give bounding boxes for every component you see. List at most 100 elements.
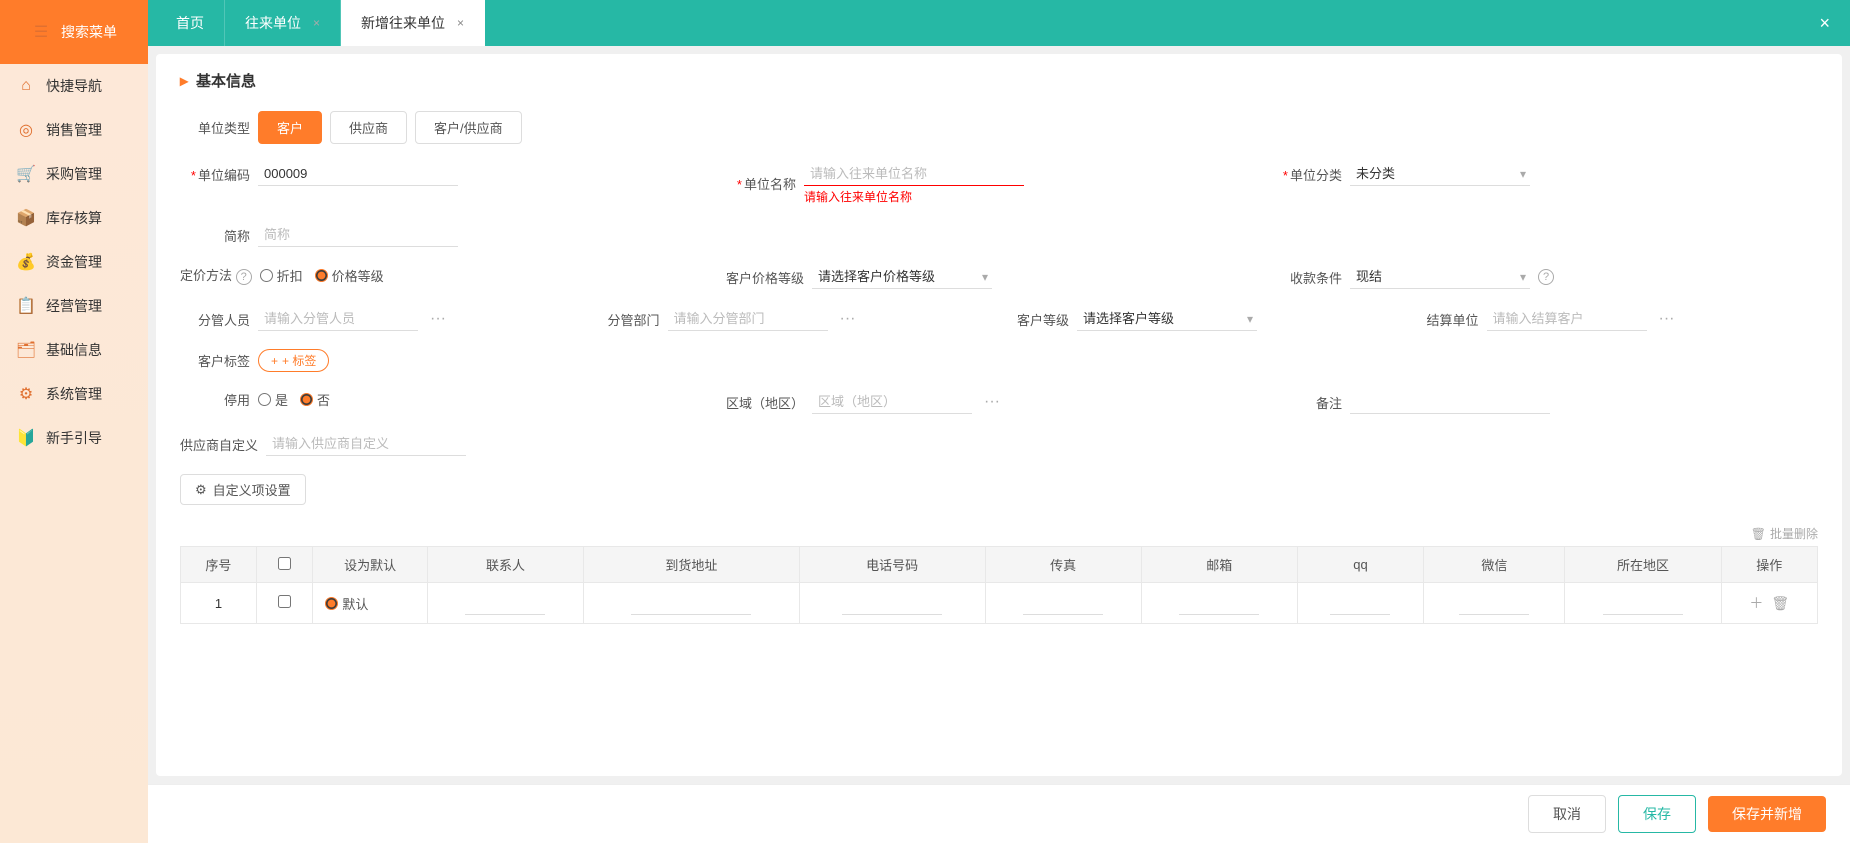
sidebar-item-label: 快捷导航 [46, 76, 102, 96]
tab-new-partner-close[interactable]: × [457, 16, 464, 30]
type-btn-supplier[interactable]: 供应商 [330, 111, 407, 144]
contact-input[interactable] [465, 591, 545, 615]
sidebar-item-system[interactable]: ⚙ 系统管理 [0, 372, 148, 416]
add-tag-button[interactable]: + + 标签 [258, 349, 329, 372]
tab-close-all[interactable]: × [1807, 13, 1842, 34]
operations-icon: 📋 [16, 296, 36, 316]
search-icon: ☰ [31, 22, 51, 42]
save-new-button[interactable]: 保存并新增 [1708, 796, 1826, 832]
batch-delete-label: 批量删除 [1770, 525, 1818, 542]
note-group: 备注 [1272, 390, 1818, 414]
sidebar-item-label: 基础信息 [46, 340, 102, 360]
cancel-button[interactable]: 取消 [1528, 795, 1606, 833]
sidebar-item-finance[interactable]: 💰 资金管理 [0, 240, 148, 284]
disabled-yes[interactable]: 是 [258, 390, 288, 409]
disabled-yes-radio[interactable] [258, 393, 271, 406]
sidebar-item-purchase[interactable]: 🛒 采购管理 [0, 152, 148, 196]
email-input[interactable] [1179, 591, 1259, 615]
disabled-no-radio[interactable] [300, 393, 313, 406]
row-default-radio-label[interactable]: 默认 [325, 594, 415, 613]
tab-partners[interactable]: 往来单位 × [225, 0, 341, 46]
pricing-radio-group: 折扣 价格等级 [260, 266, 384, 285]
region-input[interactable] [812, 390, 972, 414]
basic-icon: 🗂 [16, 340, 36, 360]
location-input[interactable] [1603, 591, 1683, 615]
delete-row-btn[interactable]: 🗑 [1771, 595, 1789, 612]
customer-level-select[interactable]: 请选择客户等级 [1077, 307, 1257, 331]
batch-delete-bar[interactable]: 🗑 批量删除 [180, 525, 1818, 542]
pricing-level[interactable]: 价格等级 [315, 266, 384, 285]
disabled-no[interactable]: 否 [300, 390, 330, 409]
sidebar-search[interactable]: ☰ 搜索菜单 [0, 10, 148, 54]
save-button[interactable]: 保存 [1618, 795, 1696, 833]
sidebar-item-inventory[interactable]: 📦 库存核算 [0, 196, 148, 240]
disabled-group: 停用 是 否 [180, 390, 726, 409]
row-checkbox[interactable] [278, 595, 291, 608]
address-input[interactable] [631, 591, 751, 615]
supplier-custom-input[interactable] [266, 432, 466, 456]
abbr-group: 简称 [180, 223, 1818, 247]
pricing-discount[interactable]: 折扣 [260, 266, 303, 285]
pricing-level-radio[interactable] [315, 269, 328, 282]
pricing-label: 定价方法 ? [180, 265, 252, 285]
row-address [584, 583, 800, 624]
abbr-input[interactable] [258, 223, 458, 247]
sidebar-item-label: 经营管理 [46, 296, 102, 316]
row-default-radio[interactable] [325, 597, 338, 610]
section-title: ▸ 基本信息 [180, 70, 1818, 91]
fax-input[interactable] [1023, 591, 1103, 615]
tab-home[interactable]: 首页 [156, 0, 225, 46]
settlement-more-btn[interactable]: ··· [1655, 310, 1679, 328]
note-input[interactable] [1350, 390, 1550, 414]
qq-input[interactable] [1330, 591, 1390, 615]
manager-row: 分管人员 ··· 分管部门 ··· 客户等级 请选择客户等级 结算单位 [180, 307, 1818, 331]
select-all-checkbox[interactable] [278, 557, 291, 570]
manager-more-btn[interactable]: ··· [426, 310, 450, 328]
row-location [1565, 583, 1721, 624]
payment-terms-select[interactable]: 现结 [1350, 265, 1530, 289]
disabled-radio-group: 是 否 [258, 390, 330, 409]
custom-settings-row: ⚙ 自定义项设置 [180, 474, 1818, 517]
unit-name-input[interactable] [804, 162, 1024, 186]
unit-name-error: 请输入往来单位名称 [804, 188, 1024, 205]
gear-icon: ⚙ [195, 482, 207, 498]
unit-code-input[interactable] [258, 162, 458, 186]
department-input[interactable] [668, 307, 828, 331]
sidebar-item-label: 采购管理 [46, 164, 102, 184]
unit-type-label: 单位类型 [180, 118, 250, 137]
department-more-btn[interactable]: ··· [836, 310, 860, 328]
phone-input[interactable] [842, 591, 942, 615]
department-label: 分管部门 [590, 310, 660, 329]
unit-name-group: *单位名称 请输入往来单位名称 [726, 162, 1272, 205]
customer-price-level-select[interactable]: 请选择客户价格等级 [812, 265, 992, 289]
row-email [1141, 583, 1297, 624]
tag-btn-label: + 标签 [282, 352, 316, 369]
add-row-btn[interactable]: ＋ [1749, 593, 1763, 613]
sidebar-item-newbie[interactable]: 🔰 新手引导 [0, 416, 148, 460]
sidebar-item-label: 库存核算 [46, 208, 102, 228]
unit-category-label: *单位分类 [1272, 165, 1342, 184]
tab-partners-close[interactable]: × [313, 16, 320, 30]
settlement-input[interactable] [1487, 307, 1647, 331]
custom-settings-button[interactable]: ⚙ 自定义项设置 [180, 474, 306, 505]
sidebar-item-quick-nav[interactable]: ⌂ 快捷导航 [0, 64, 148, 108]
sidebar-item-basic[interactable]: 🗂 基础信息 [0, 328, 148, 372]
unit-category-select[interactable]: 未分类 [1350, 162, 1530, 186]
wechat-input[interactable] [1459, 591, 1529, 615]
tab-new-partner[interactable]: 新增往来单位 × [341, 0, 485, 46]
manager-input[interactable] [258, 307, 418, 331]
info-icon: ▸ [180, 71, 188, 91]
type-btn-both[interactable]: 客户/供应商 [415, 111, 522, 144]
type-btn-customer[interactable]: 客户 [258, 111, 322, 144]
region-group: 区域（地区） ··· [726, 390, 1272, 414]
sidebar-item-sales[interactable]: ◎ 销售管理 [0, 108, 148, 152]
col-email: 邮箱 [1141, 547, 1297, 583]
sidebar-item-operations[interactable]: 📋 经营管理 [0, 284, 148, 328]
region-more-btn[interactable]: ··· [980, 393, 1004, 411]
sidebar-search-label: 搜索菜单 [61, 22, 117, 42]
pricing-discount-radio[interactable] [260, 269, 273, 282]
tag-label: 客户标签 [180, 351, 250, 370]
customer-price-level-wrapper: 请选择客户价格等级 [812, 265, 992, 289]
pricing-help-icon[interactable]: ? [236, 269, 252, 285]
payment-help-icon[interactable]: ? [1538, 269, 1554, 285]
